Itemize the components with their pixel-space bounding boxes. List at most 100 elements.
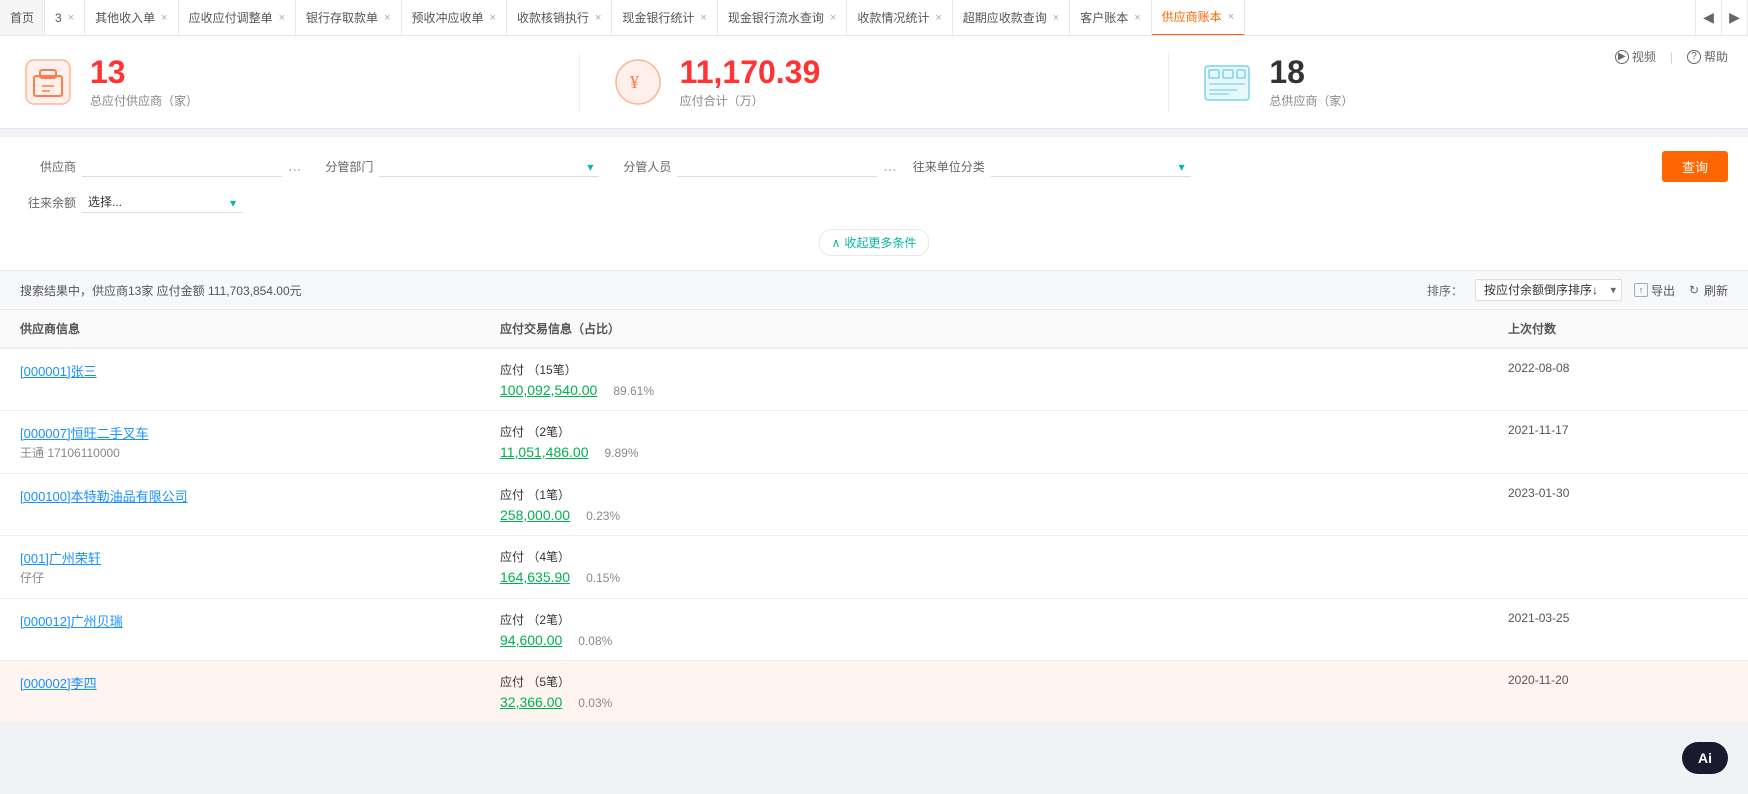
supplier-link-zhangsan[interactable]: [000001]张三 [20, 361, 500, 380]
supplier-label: 供应商 [20, 158, 76, 175]
collapse-button[interactable]: ∧ 收起更多条件 [819, 229, 930, 256]
nav-prev-button[interactable]: ◀ [1696, 0, 1722, 36]
results-text: 搜索结果中，供应商13家 应付金额 111,703,854.00元 [20, 284, 302, 298]
total-supplier-count: 18 [1269, 56, 1353, 88]
close-icon[interactable]: × [1053, 12, 1059, 24]
payable-count-beimui: （2笔） [527, 613, 570, 627]
person-dots[interactable]: ... [883, 158, 896, 176]
summary-area: 13 总应付供应商（家） ¥ 11,170.39 应付合计（万） [0, 36, 1748, 129]
nav-item-receipt-exec[interactable]: 收款核销执行 × [507, 0, 612, 36]
nav-item-overdue-ar[interactable]: 超期应收款查询 × [953, 0, 1070, 36]
filter-balance: 往来余额 选择... [20, 192, 242, 213]
payable-amount-hengwang[interactable]: 11,051,486.00 [500, 444, 589, 460]
nav-item-receipt-stat[interactable]: 收款情况统计 × [847, 0, 952, 36]
payable-amount-zhangsan[interactable]: 100,092,540.00 [500, 382, 597, 398]
nav-next-button[interactable]: ▶ [1722, 0, 1748, 36]
help-circle-icon: ? [1687, 50, 1701, 64]
payable-total-label: 应付合计（万） [680, 92, 821, 109]
close-icon[interactable]: × [700, 12, 706, 24]
payable-amount-rongxuan[interactable]: 164,635.90 [500, 569, 570, 585]
top-right-links: ▶ 视频 | ? 帮助 [1615, 48, 1728, 65]
nav-item-ar-ap-adjust[interactable]: 应收应付调整单 × [179, 0, 296, 36]
payable-pct-lisi: 0.03% [578, 696, 612, 710]
person-input[interactable] [677, 156, 877, 177]
person-label: 分管人员 [615, 158, 671, 175]
payable-amount-lisi[interactable]: 32,366.00 [500, 694, 562, 710]
balance-select-wrap: 选择... [82, 192, 242, 213]
results-bar: 搜索结果中，供应商13家 应付金额 111,703,854.00元 排序： 按应… [0, 271, 1748, 310]
nav-item-tab3[interactable]: 3 × [45, 0, 85, 36]
video-link[interactable]: ▶ 视频 [1615, 48, 1656, 65]
supplier-info-cell: [000002]李四 [20, 673, 500, 694]
refresh-button[interactable]: ↻ 刷新 [1687, 282, 1728, 299]
payable-supplier-count: 13 [90, 56, 198, 88]
close-icon[interactable]: × [935, 12, 941, 24]
payable-pct-rongxuan: 0.15% [586, 571, 620, 585]
unit-select[interactable] [991, 156, 1191, 177]
nav-item-supplier-book[interactable]: 供应商账本 × [1152, 0, 1245, 36]
supplier-link-beimui[interactable]: [000012]广州贝瑞 [20, 611, 500, 630]
nav-item-bank-deposit[interactable]: 银行存取款单 × [296, 0, 401, 36]
close-icon[interactable]: × [68, 12, 74, 24]
payable-label-benteler: 应付 [500, 488, 524, 502]
filter-area: 供应商 ... 分管部门 分管人员 ... 往来单位分类 [0, 137, 1748, 271]
unit-label: 往来单位分类 [913, 158, 985, 175]
sort-select[interactable]: 按应付余额倒序排序↓ 按应付余额升序排序 按名称排序 [1475, 279, 1622, 301]
video-circle-icon: ▶ [1615, 50, 1629, 64]
query-button[interactable]: 查询 [1662, 151, 1728, 182]
close-icon[interactable]: × [830, 12, 836, 24]
close-icon[interactable]: × [161, 12, 167, 24]
summary-divider-2 [1168, 52, 1169, 112]
nav-item-cash-stat[interactable]: 现金银行统计 × [612, 0, 717, 36]
payable-amount-benteler[interactable]: 258,000.00 [500, 507, 570, 523]
close-icon[interactable]: × [1134, 12, 1140, 24]
payable-amount-beimui[interactable]: 94,600.00 [500, 632, 562, 648]
close-icon[interactable]: × [1228, 11, 1234, 23]
export-button[interactable]: ↑ 导出 [1634, 282, 1675, 299]
balance-select[interactable]: 选择... [82, 192, 242, 213]
nav-label-receipt-stat: 收款情况统计 [857, 9, 929, 26]
nav-item-cash-flow[interactable]: 现金银行流水查询 × [718, 0, 847, 36]
nav-item-home[interactable]: 首页 [0, 0, 45, 36]
table-header: 供应商信息 应付交易信息（占比） 上次付数 [0, 310, 1748, 349]
table-row: [000012]广州贝瑞 应付 （2笔） 94,600.00 0.08% 202… [0, 599, 1748, 661]
close-icon[interactable]: × [595, 12, 601, 24]
ai-button[interactable]: Ai [1682, 742, 1728, 774]
supplier-link-lisi[interactable]: [000002]李四 [20, 673, 500, 692]
nav-arrows: ◀ ▶ [1695, 0, 1748, 36]
close-icon[interactable]: × [279, 12, 285, 24]
nav-label-tab3: 3 [55, 11, 62, 25]
last-pay-benteler: 2023-01-30 [1508, 486, 1728, 500]
refresh-icon: ↻ [1687, 283, 1701, 297]
help-link[interactable]: ? 帮助 [1687, 48, 1728, 65]
payable-cell-rongxuan: 应付 （4笔） 164,635.90 0.15% [500, 548, 1508, 585]
nav-item-other-income[interactable]: 其他收入单 × [85, 0, 178, 36]
table-row: [001]广州荣轩 仔仔 应付 （4笔） 164,635.90 0.15% [0, 536, 1748, 599]
supplier-link-benteler[interactable]: [000100]本特勒油品有限公司 [20, 486, 500, 505]
payable-label-beimui: 应付 [500, 613, 524, 627]
supplier-link-rongxuan[interactable]: [001]广州荣轩 [20, 548, 500, 567]
dept-select[interactable] [379, 156, 599, 177]
supplier-input[interactable] [82, 156, 282, 177]
filter-person: 分管人员 ... [615, 156, 896, 177]
summary-card-payable-suppliers: 13 总应付供应商（家） [20, 54, 549, 110]
payable-count-zhangsan: （15笔） [527, 363, 576, 377]
payable-label-rongxuan: 应付 [500, 550, 524, 564]
nav-label-receipt-exec: 收款核销执行 [517, 9, 589, 26]
refresh-label: 刷新 [1704, 282, 1728, 299]
supplier-dots[interactable]: ... [288, 158, 301, 176]
close-icon[interactable]: × [384, 12, 390, 24]
supplier-sub-rongxuan: 仔仔 [20, 569, 500, 586]
nav-item-customer-book[interactable]: 客户账本 × [1070, 0, 1151, 36]
sort-label: 排序： [1427, 282, 1463, 299]
payable-pct-benteler: 0.23% [586, 509, 620, 523]
summary-text-total-suppliers: 18 总供应商（家） [1269, 56, 1353, 109]
dept-label: 分管部门 [317, 158, 373, 175]
nav-item-pre-receipt[interactable]: 预收冲应收单 × [402, 0, 507, 36]
close-icon[interactable]: × [490, 12, 496, 24]
table-row: [000001]张三 应付 （15笔） 100,092,540.00 89.61… [0, 349, 1748, 411]
nav-label-customer-book: 客户账本 [1080, 9, 1128, 26]
nav-label-supplier-book: 供应商账本 [1162, 8, 1222, 25]
supplier-link-hengwang[interactable]: [000007]恒旺二手叉车 [20, 423, 500, 442]
payable-total-amount: 11,170.39 [680, 56, 821, 88]
